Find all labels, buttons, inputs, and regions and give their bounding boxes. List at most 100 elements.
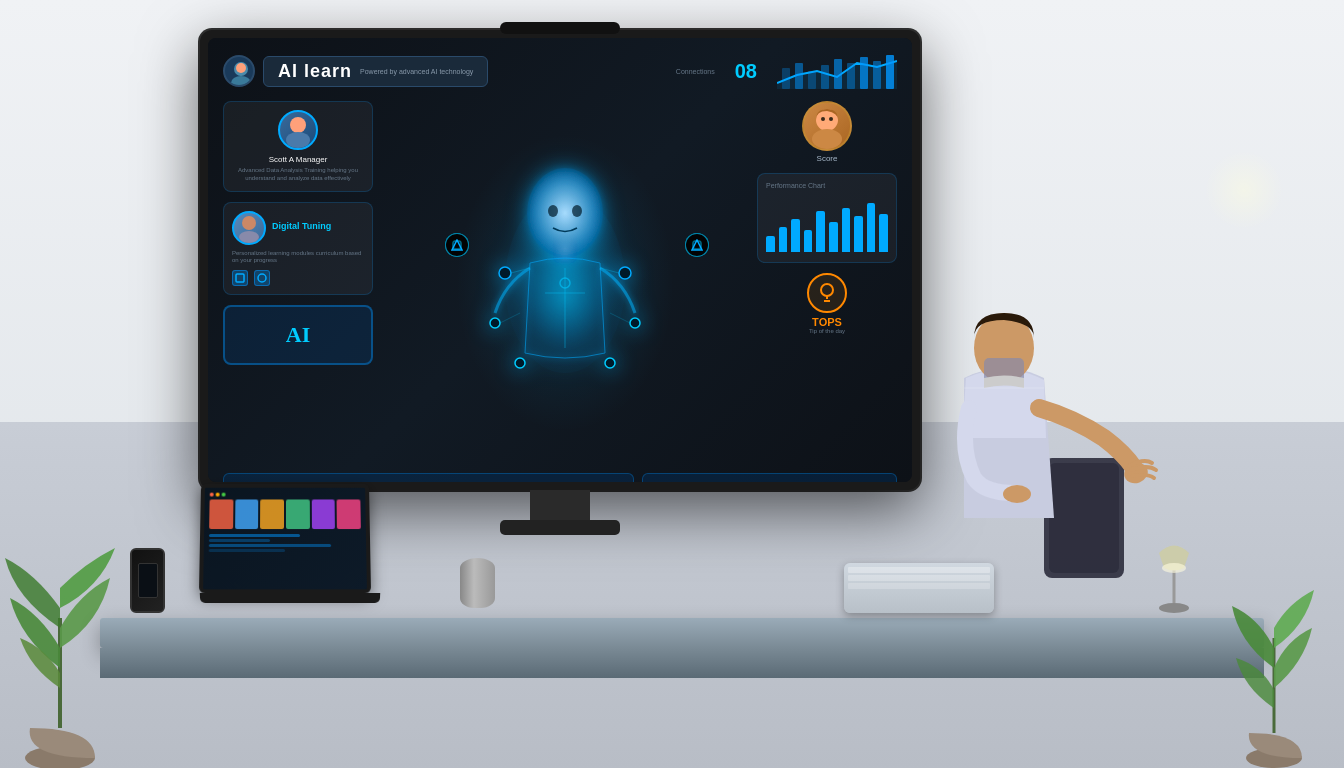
stat-connections-label: Connections <box>676 68 715 75</box>
svg-marker-40 <box>452 240 462 250</box>
svg-point-15 <box>286 132 310 148</box>
profile-card-1: Scott A Manager Advanced Data Analysis T… <box>223 101 373 192</box>
phone <box>130 548 165 613</box>
panel-icon-1 <box>232 270 248 286</box>
svg-point-30 <box>490 318 500 328</box>
ai-learn-title: AI learn <box>278 61 352 82</box>
screen-bottom-panel: Centres Boost your requirements, Providi… <box>223 473 897 482</box>
bar-1 <box>766 236 775 253</box>
screen-right-panel: Score Performance Chart <box>757 101 897 465</box>
stat-number-box: 08 <box>735 60 757 83</box>
svg-point-23 <box>548 205 558 217</box>
right-avatar <box>802 101 852 151</box>
profile-avatar-1 <box>278 110 318 150</box>
tip-container: TOPS Tip of the day <box>757 273 897 334</box>
conn-dot-3 <box>445 233 469 257</box>
svg-point-58 <box>1159 603 1189 613</box>
bar-3 <box>791 219 800 252</box>
bar-7 <box>842 208 851 252</box>
bar-2 <box>779 227 788 252</box>
svg-point-14 <box>290 117 306 133</box>
stat-number-value: 08 <box>735 60 757 83</box>
ai-interface: AI learn Powered by advanced AI technolo… <box>208 38 912 482</box>
right-avatar-container: Score <box>757 101 897 163</box>
ai-label: AI <box>286 322 310 348</box>
bar-8 <box>854 216 863 252</box>
profile-avatar-top <box>223 55 255 87</box>
ai-learn-badge: AI learn Powered by advanced AI technolo… <box>263 56 488 87</box>
svg-point-19 <box>258 274 266 282</box>
svg-rect-52 <box>1049 463 1119 573</box>
bar-4 <box>804 230 813 252</box>
ai-box: AI <box>223 305 373 365</box>
monitor-screen: AI learn Powered by advanced AI technolo… <box>208 38 912 482</box>
screen-topbar: AI learn Powered by advanced AI technolo… <box>223 53 897 89</box>
bottom-card-1: Centres Boost your requirements, Providi… <box>223 473 634 482</box>
bottom-card-1-title: Centres <box>234 480 623 482</box>
svg-point-22 <box>527 168 603 258</box>
monitor-base <box>500 520 620 535</box>
laptop-base <box>200 593 380 603</box>
svg-point-24 <box>572 205 582 217</box>
ambient-light <box>1204 150 1284 230</box>
ai-figure <box>475 153 655 413</box>
svg-point-4 <box>236 63 246 73</box>
bar-5 <box>816 211 825 252</box>
laptop-screen-content <box>203 488 367 590</box>
conn-dot-6 <box>685 233 709 257</box>
progress-label: Progress <box>653 480 886 482</box>
svg-rect-18 <box>236 274 244 282</box>
tip-icon <box>807 273 847 313</box>
monitor-stand <box>530 490 590 520</box>
stat-connections: Connections <box>676 68 715 75</box>
svg-rect-8 <box>821 65 829 89</box>
svg-point-45 <box>812 129 842 149</box>
performance-chart: Performance Chart <box>757 173 897 263</box>
digital-label: Digital Tuning <box>272 221 331 231</box>
bar-6 <box>829 222 838 252</box>
svg-point-17 <box>239 231 259 243</box>
plant-right <box>1224 518 1324 768</box>
digital-desc: Personalized learning modules curriculum… <box>232 250 364 266</box>
svg-point-48 <box>821 284 833 296</box>
svg-rect-7 <box>808 71 816 89</box>
webcam-bar <box>500 22 620 34</box>
center-panel <box>383 101 747 465</box>
tip-label: Tip of the day <box>757 328 897 334</box>
tip-value: TOPS <box>757 316 897 328</box>
bar-10 <box>879 214 888 253</box>
svg-marker-43 <box>692 240 702 250</box>
svg-point-33 <box>605 358 615 368</box>
svg-rect-12 <box>873 61 881 89</box>
svg-rect-11 <box>860 57 868 89</box>
svg-rect-9 <box>834 59 842 89</box>
svg-point-3 <box>231 76 251 87</box>
top-chart-mini <box>777 53 897 89</box>
large-monitor: AI learn Powered by advanced AI technolo… <box>200 30 920 490</box>
profile-desc-1: Advanced Data Analysis Training helping … <box>232 167 364 183</box>
svg-rect-5 <box>782 68 790 89</box>
chart-label: Performance Chart <box>766 182 888 189</box>
screen-main: Scott A Manager Advanced Data Analysis T… <box>223 101 897 465</box>
desk-cylinder <box>460 558 495 608</box>
laptop-nav <box>210 493 361 497</box>
svg-point-28 <box>499 267 511 279</box>
laptop-colorbar <box>209 499 361 529</box>
svg-point-60 <box>1162 563 1186 573</box>
svg-point-31 <box>630 318 640 328</box>
svg-point-47 <box>829 117 833 121</box>
top-stats: Connections 08 <box>676 53 897 89</box>
bar-9 <box>867 203 876 253</box>
person <box>884 258 1164 638</box>
profile-card-2: Digital Tuning Personalized learning mod… <box>223 202 373 296</box>
screen-left-panel: Scott A Manager Advanced Data Analysis T… <box>223 101 373 465</box>
svg-point-29 <box>619 267 631 279</box>
right-avatar-label: Score <box>757 154 897 163</box>
svg-point-32 <box>515 358 525 368</box>
desk-lamp <box>1154 513 1194 613</box>
svg-point-16 <box>242 216 256 230</box>
svg-rect-6 <box>795 63 803 89</box>
monitor-frame: AI learn Powered by advanced AI technolo… <box>200 30 920 490</box>
svg-rect-10 <box>847 63 855 89</box>
ai-learn-sub: Powered by advanced AI technology <box>360 68 473 75</box>
